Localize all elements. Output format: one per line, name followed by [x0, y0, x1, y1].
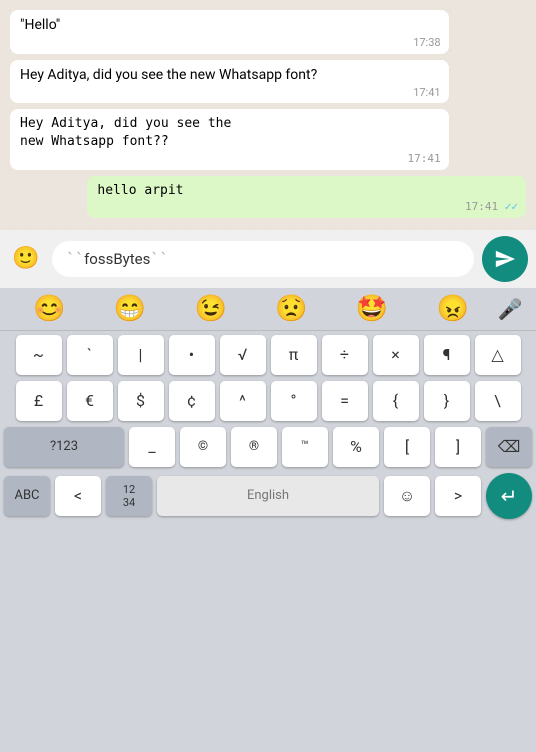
message-text: Hey Aditya, did you see thenew Whatsapp … [20, 116, 231, 149]
key-pipe[interactable]: | [118, 335, 164, 375]
key-triangle[interactable]: △ [475, 335, 521, 375]
key-abc[interactable]: ABC [4, 476, 50, 516]
emoji-winking[interactable]: 😉 [171, 294, 250, 324]
message-text: hello arpit [97, 183, 183, 198]
emoji-worried[interactable]: 😟 [252, 294, 331, 324]
key-degree[interactable]: ° [271, 381, 317, 421]
key-emoji[interactable]: ☺ [384, 476, 430, 516]
message-time: 17:41 [465, 199, 518, 214]
key-numbers[interactable]: 1234 [106, 476, 152, 516]
key-caret[interactable]: ^ [220, 381, 266, 421]
key-left-bracket[interactable]: [ [384, 427, 430, 467]
message-bubble: Hey Aditya, did you see the new Whatsapp… [10, 60, 449, 104]
key-delete[interactable]: ⌫ [486, 427, 532, 467]
input-area: 🙂 ``fossBytes`` [0, 230, 536, 288]
key-tilde[interactable]: ~ [16, 335, 62, 375]
keyboard: ~ ` | • √ π ÷ × ¶ △ £ € $ ¢ ^ ° = { } \ … [0, 331, 536, 752]
send-icon [494, 248, 516, 270]
message-bubble-sent: hello arpit 17:41 [87, 176, 526, 218]
emoji-row: 😊 😁 😉 😟 🤩 😠 🎤 [0, 288, 536, 331]
key-multiply[interactable]: × [373, 335, 419, 375]
key-greater-than[interactable]: > [435, 476, 481, 516]
key-cent[interactable]: ¢ [169, 381, 215, 421]
message-bubble: Hey Aditya, did you see thenew Whatsapp … [10, 109, 449, 169]
key-123[interactable]: ?123 [4, 427, 124, 467]
emoji-smiling[interactable]: 😊 [10, 294, 89, 324]
message-time: 17:41 [407, 151, 440, 166]
message-time: 17:41 [413, 85, 440, 100]
message-time: 17:38 [413, 35, 440, 50]
key-bullet[interactable]: • [169, 335, 215, 375]
input-text: fossBytes [84, 250, 150, 268]
key-copyright[interactable]: © [180, 427, 226, 467]
message-bubble: "Hello" 17:38 [10, 10, 449, 54]
message-text: Hey Aditya, did you see the new Whatsapp… [20, 67, 317, 83]
key-underscore[interactable]: _ [129, 427, 175, 467]
message-text: "Hello" [20, 17, 60, 33]
key-dollar[interactable]: $ [118, 381, 164, 421]
key-right-bracket[interactable]: ] [435, 427, 481, 467]
key-less-than[interactable]: < [55, 476, 101, 516]
keyboard-row-3: ?123 _ © ® ™ % [ ] ⌫ [4, 427, 532, 467]
key-right-brace[interactable]: } [424, 381, 470, 421]
key-left-brace[interactable]: { [373, 381, 419, 421]
key-pilcrow[interactable]: ¶ [424, 335, 470, 375]
chat-area: "Hello" 17:38 Hey Aditya, did you see th… [0, 0, 536, 230]
key-enter[interactable]: ↵ [486, 473, 532, 519]
backtick-decoration: `` [66, 250, 84, 268]
send-button[interactable] [482, 236, 528, 282]
emoji-grinning[interactable]: 😁 [91, 294, 170, 324]
keyboard-row-2: £ € $ ¢ ^ ° = { } \ [4, 381, 532, 421]
message-input[interactable]: ``fossBytes`` [52, 241, 474, 277]
keyboard-row-bottom: ABC < 1234 English ☺ > ↵ [4, 473, 532, 519]
key-pi[interactable]: π [271, 335, 317, 375]
key-equals[interactable]: = [322, 381, 368, 421]
key-sqrt[interactable]: √ [220, 335, 266, 375]
emoji-angry[interactable]: 😠 [413, 294, 492, 324]
key-pound[interactable]: £ [16, 381, 62, 421]
keyboard-row-1: ~ ` | • √ π ÷ × ¶ △ [4, 335, 532, 375]
microphone-icon[interactable]: 🎤 [494, 297, 526, 321]
emoji-heart-eyes[interactable]: 🤩 [333, 294, 412, 324]
key-registered[interactable]: ® [231, 427, 277, 467]
key-backtick[interactable]: ` [67, 335, 113, 375]
key-divide[interactable]: ÷ [322, 335, 368, 375]
key-trademark[interactable]: ™ [282, 427, 328, 467]
backtick-decoration-end: `` [150, 250, 168, 268]
key-euro[interactable]: € [67, 381, 113, 421]
key-spacebar[interactable]: English [157, 476, 379, 516]
key-percent[interactable]: % [333, 427, 379, 467]
key-backslash[interactable]: \ [475, 381, 521, 421]
emoji-button[interactable]: 🙂 [8, 241, 44, 277]
